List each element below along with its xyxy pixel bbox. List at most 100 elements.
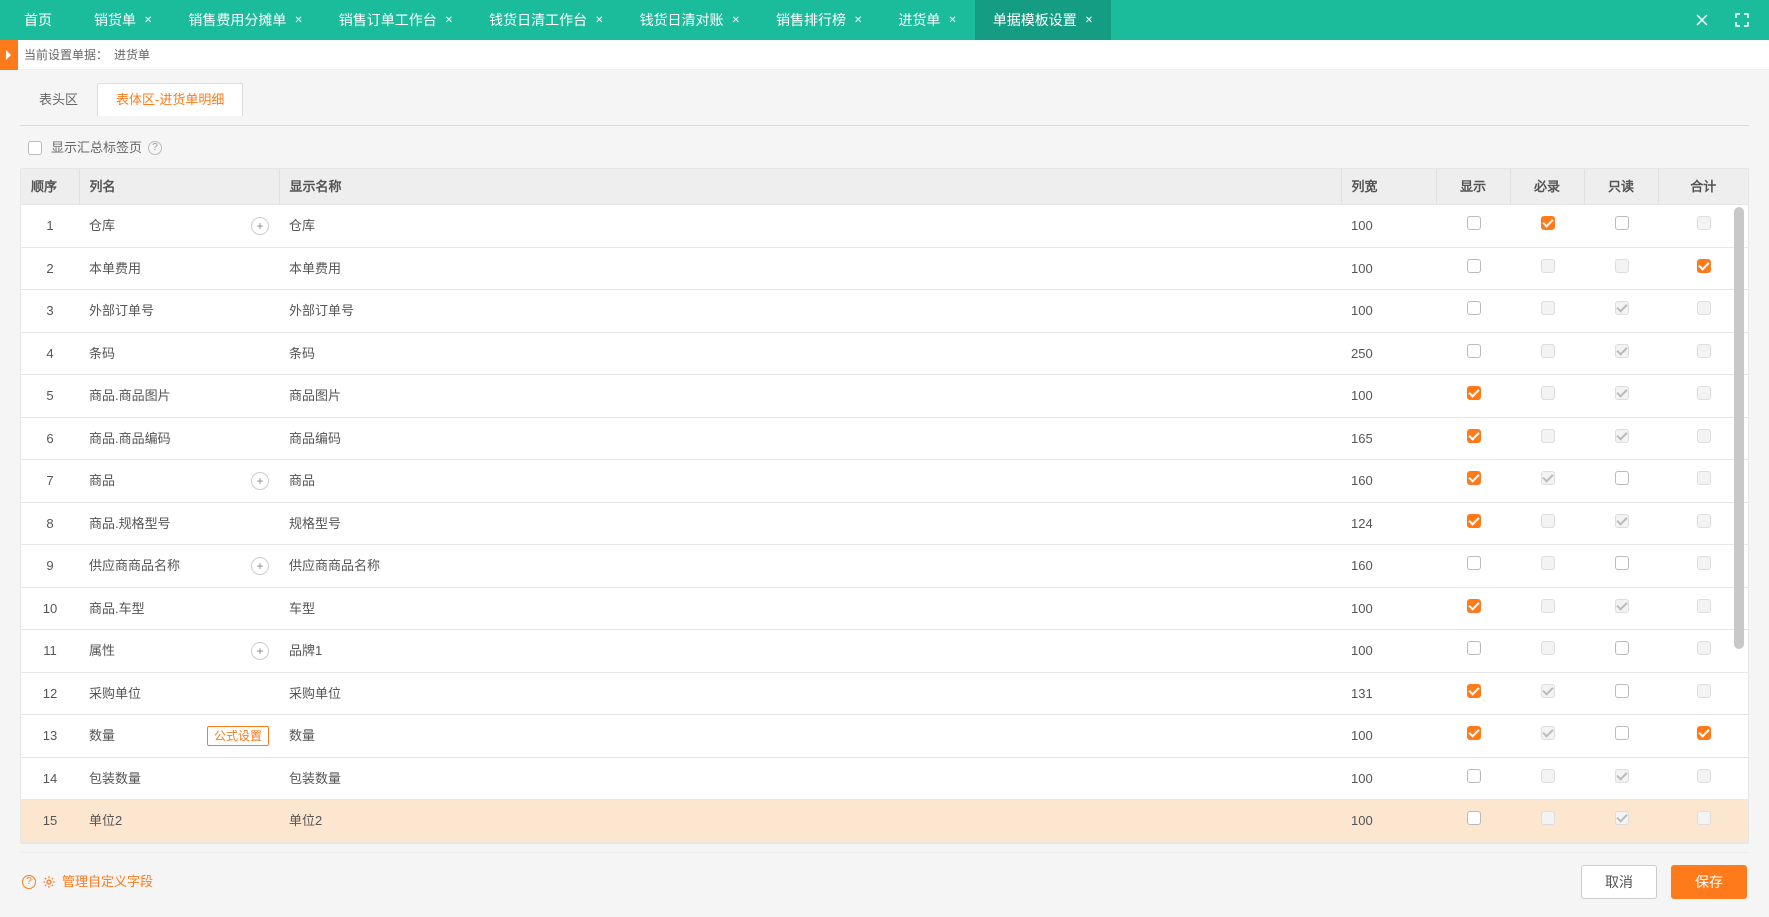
show-checkbox[interactable]: [1467, 216, 1481, 230]
cell-display-name[interactable]: 规格型号: [279, 502, 1341, 545]
cell-width[interactable]: 100: [1341, 205, 1436, 248]
cell-display-name[interactable]: 仓库: [279, 205, 1341, 248]
help-icon[interactable]: ?: [148, 141, 162, 155]
table-row[interactable]: 7商品+商品160: [21, 460, 1748, 503]
cell-width[interactable]: 100: [1341, 630, 1436, 673]
close-icon[interactable]: ✕: [732, 13, 740, 28]
table-row[interactable]: 15单位2单位2100: [21, 800, 1748, 843]
close-icon[interactable]: ✕: [144, 13, 152, 28]
show-checkbox[interactable]: [1467, 301, 1481, 315]
top-tab-0[interactable]: 首页: [0, 0, 76, 40]
top-tab-2[interactable]: 销售费用分摊单✕: [170, 0, 320, 40]
top-tab-4[interactable]: 钱货日清工作台✕: [471, 0, 621, 40]
table-row[interactable]: 3外部订单号外部订单号100: [21, 290, 1748, 333]
table-row[interactable]: 6商品.商品编码商品编码165: [21, 417, 1748, 460]
cell-display-name[interactable]: 本单费用: [279, 247, 1341, 290]
show-checkbox[interactable]: [1467, 259, 1481, 273]
sub-tab-0[interactable]: 表头区: [20, 83, 97, 116]
show-checkbox[interactable]: [1467, 386, 1481, 400]
add-icon[interactable]: +: [251, 642, 269, 660]
cell-width[interactable]: 100: [1341, 290, 1436, 333]
table-row[interactable]: 10商品.车型车型100: [21, 587, 1748, 630]
table-row[interactable]: 11属性+品牌1100: [21, 630, 1748, 673]
cell-width[interactable]: 160: [1341, 545, 1436, 588]
top-tab-5[interactable]: 钱货日清对账✕: [622, 0, 758, 40]
show-checkbox[interactable]: [1467, 514, 1481, 528]
top-tab-1[interactable]: 销货单✕: [76, 0, 170, 40]
top-tab-3[interactable]: 销售订单工作台✕: [321, 0, 471, 40]
show-checkbox[interactable]: [1467, 344, 1481, 358]
show-checkbox[interactable]: [1467, 556, 1481, 570]
cell-display-name[interactable]: 车型: [279, 587, 1341, 630]
readonly-checkbox[interactable]: [1615, 726, 1629, 740]
close-icon[interactable]: ✕: [1085, 13, 1093, 28]
cell-display-name[interactable]: 数量: [279, 715, 1341, 758]
cell-width[interactable]: 250: [1341, 332, 1436, 375]
cell-display-name[interactable]: 商品图片: [279, 375, 1341, 418]
readonly-checkbox[interactable]: [1615, 216, 1629, 230]
add-icon[interactable]: +: [251, 217, 269, 235]
table-row[interactable]: 9供应商商品名称+供应商商品名称160: [21, 545, 1748, 588]
cell-display-name[interactable]: 外部订单号: [279, 290, 1341, 333]
save-button[interactable]: 保存: [1671, 865, 1747, 899]
readonly-checkbox[interactable]: [1615, 471, 1629, 485]
top-tab-6[interactable]: 销售排行榜✕: [758, 0, 880, 40]
close-icon[interactable]: ✕: [854, 13, 862, 28]
table-row[interactable]: 8商品.规格型号规格型号124: [21, 502, 1748, 545]
cell-display-name[interactable]: 包装数量: [279, 757, 1341, 800]
cell-display-name[interactable]: 供应商商品名称: [279, 545, 1341, 588]
table-row[interactable]: 1仓库+仓库100: [21, 205, 1748, 248]
cell-width[interactable]: 100: [1341, 587, 1436, 630]
table-row[interactable]: 5商品.商品图片商品图片100: [21, 375, 1748, 418]
cell-width[interactable]: 165: [1341, 417, 1436, 460]
readonly-checkbox[interactable]: [1615, 641, 1629, 655]
table-row[interactable]: 4条码条码250: [21, 332, 1748, 375]
close-icon[interactable]: ✕: [948, 13, 956, 28]
cell-display-name[interactable]: 品牌1: [279, 630, 1341, 673]
total-checkbox[interactable]: [1697, 726, 1711, 740]
readonly-checkbox[interactable]: [1615, 556, 1629, 570]
cell-width[interactable]: 100: [1341, 800, 1436, 843]
cell-display-name[interactable]: 商品: [279, 460, 1341, 503]
show-checkbox[interactable]: [1467, 684, 1481, 698]
top-tab-7[interactable]: 进货单✕: [880, 0, 974, 40]
add-icon[interactable]: +: [251, 557, 269, 575]
show-checkbox[interactable]: [1467, 811, 1481, 825]
cell-display-name[interactable]: 采购单位: [279, 672, 1341, 715]
table-row[interactable]: 2本单费用本单费用100: [21, 247, 1748, 290]
cell-width[interactable]: 124: [1341, 502, 1436, 545]
show-summary-checkbox[interactable]: [28, 141, 42, 155]
vertical-scrollbar[interactable]: [1734, 207, 1744, 839]
sub-tab-1[interactable]: 表体区-进货单明细: [97, 83, 243, 116]
cancel-button[interactable]: 取消: [1581, 865, 1657, 899]
fullscreen-icon[interactable]: [1733, 11, 1751, 29]
cell-width[interactable]: 100: [1341, 247, 1436, 290]
close-icon[interactable]: ✕: [595, 13, 603, 28]
table-row[interactable]: 14包装数量包装数量100: [21, 757, 1748, 800]
close-all-tabs-icon[interactable]: [1693, 11, 1711, 29]
cell-display-name[interactable]: 条码: [279, 332, 1341, 375]
readonly-checkbox[interactable]: [1615, 684, 1629, 698]
top-tab-8[interactable]: 单据模板设置✕: [975, 0, 1111, 40]
cell-display-name[interactable]: 商品编码: [279, 417, 1341, 460]
cell-display-name[interactable]: 单位2: [279, 800, 1341, 843]
formula-settings-tag[interactable]: 公式设置: [207, 726, 269, 746]
close-icon[interactable]: ✕: [445, 13, 453, 28]
show-checkbox[interactable]: [1467, 599, 1481, 613]
show-checkbox[interactable]: [1467, 641, 1481, 655]
show-checkbox[interactable]: [1467, 471, 1481, 485]
table-row[interactable]: 12采购单位采购单位131: [21, 672, 1748, 715]
required-checkbox[interactable]: [1541, 216, 1555, 230]
cell-width[interactable]: 100: [1341, 757, 1436, 800]
manage-custom-fields-link[interactable]: ? 管理自定义字段: [22, 872, 153, 892]
collapse-toggle-icon[interactable]: [0, 40, 18, 70]
total-checkbox[interactable]: [1697, 259, 1711, 273]
show-checkbox[interactable]: [1467, 726, 1481, 740]
cell-width[interactable]: 131: [1341, 672, 1436, 715]
add-icon[interactable]: +: [251, 472, 269, 490]
cell-width[interactable]: 100: [1341, 715, 1436, 758]
cell-width[interactable]: 100: [1341, 375, 1436, 418]
table-row[interactable]: 13数量公式设置数量100: [21, 715, 1748, 758]
show-checkbox[interactable]: [1467, 769, 1481, 783]
close-icon[interactable]: ✕: [294, 13, 302, 28]
